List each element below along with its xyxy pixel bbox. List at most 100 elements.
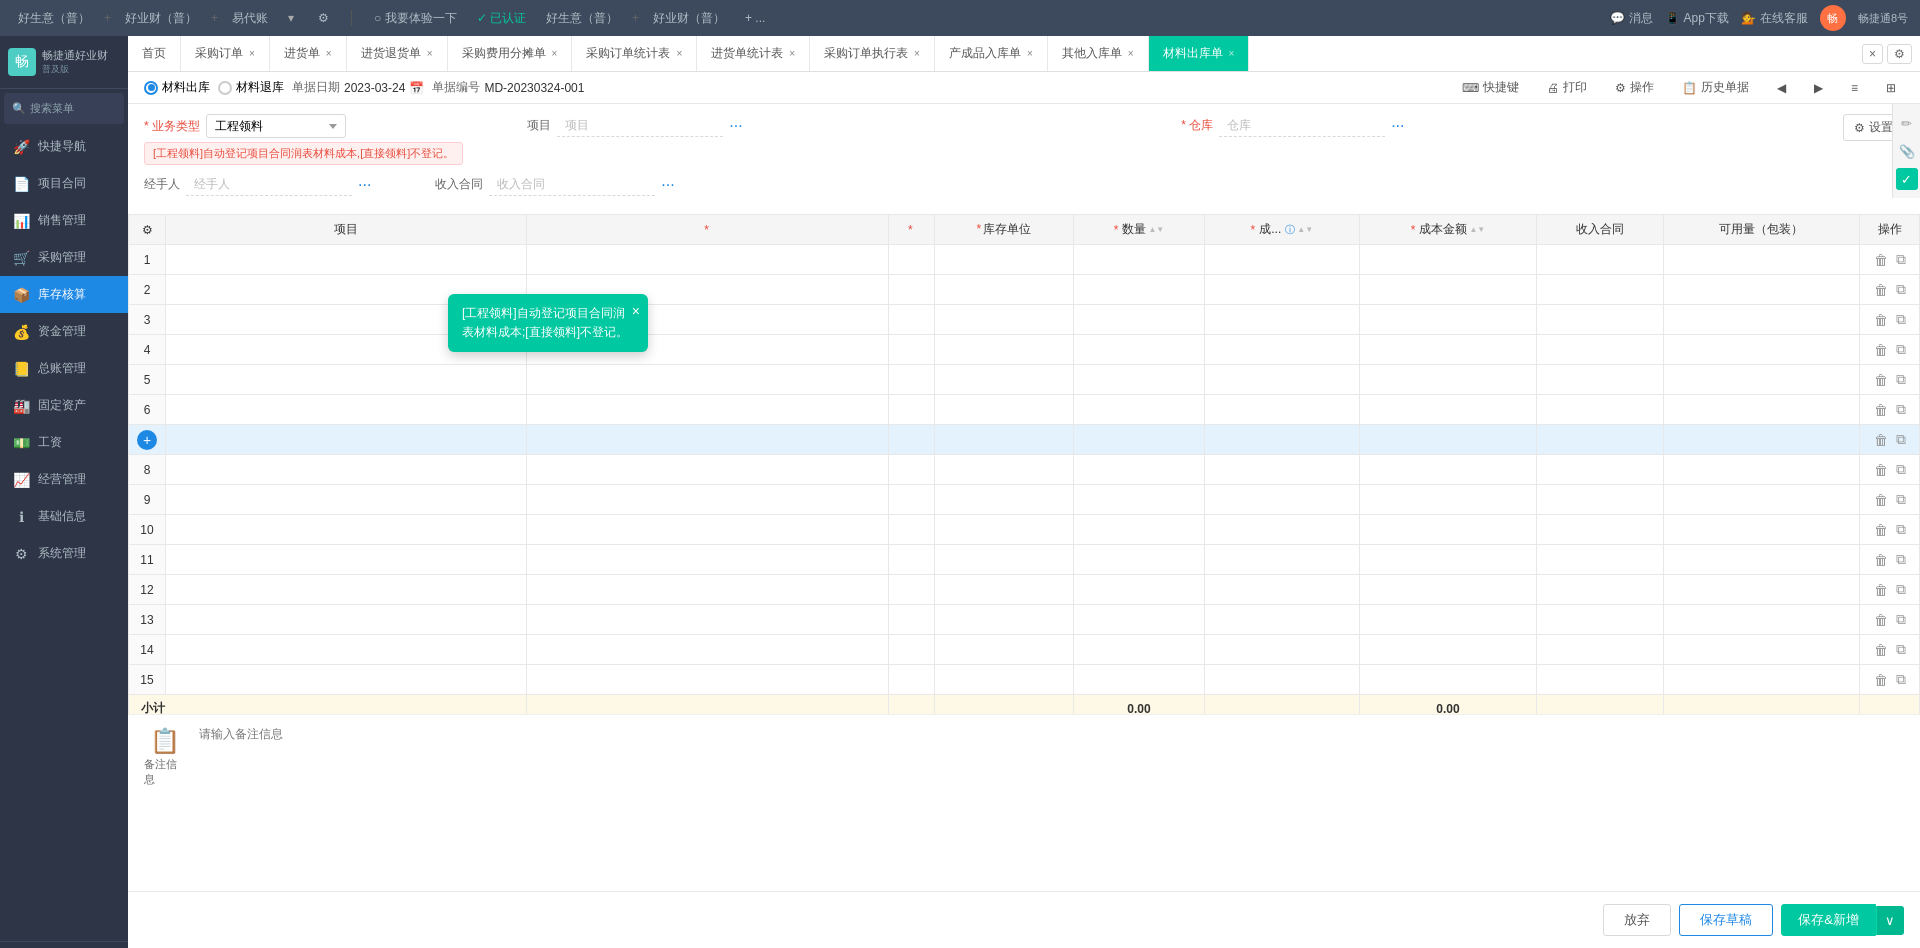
warehouse-input[interactable] [1219, 114, 1385, 137]
grid-view-btn[interactable]: ⊞ [1878, 78, 1904, 98]
message-btn[interactable]: 💬 消息 [1610, 10, 1653, 27]
tab-close-all-btn[interactable]: × [1862, 44, 1883, 64]
sidebar-item-inventory[interactable]: 📦 库存核算 [0, 276, 128, 313]
row-copy-btn[interactable]: ⧉ [1894, 279, 1908, 300]
tab-purchase-exec[interactable]: 采购订单执行表 × [810, 36, 935, 72]
row-project[interactable] [166, 245, 527, 275]
row-unit[interactable] [934, 335, 1073, 365]
row-delete-btn[interactable]: 🗑 [1872, 640, 1890, 660]
tab-close-icon[interactable]: × [676, 48, 682, 59]
history-btn[interactable]: 📋 历史单据 [1674, 76, 1757, 99]
project-input[interactable] [557, 114, 723, 137]
row-spec[interactable] [888, 305, 934, 335]
tab-product-in[interactable]: 产成品入库单 × [935, 36, 1048, 72]
add-row-col9[interactable] [1663, 425, 1859, 455]
tab-material-out[interactable]: 材料出库单 × [1149, 36, 1250, 72]
global-link-gear[interactable]: ⚙ [312, 9, 335, 27]
add-row-col4[interactable] [934, 425, 1073, 455]
discard-btn[interactable]: 放弃 [1603, 904, 1671, 936]
calendar-icon[interactable]: 📅 [409, 81, 424, 95]
row-available[interactable] [1663, 275, 1859, 305]
radio-material-out[interactable]: 材料出库 [144, 79, 210, 96]
row-delete-btn[interactable]: 🗑 [1872, 340, 1890, 360]
row-income-contract[interactable] [1537, 305, 1663, 335]
row-copy-btn[interactable]: ⧉ [1894, 579, 1908, 600]
tab-purchase-stats[interactable]: 采购订单统计表 × [572, 36, 697, 72]
warehouse-more-btn[interactable]: ··· [1391, 117, 1404, 135]
user-avatar[interactable]: 畅 [1820, 5, 1846, 31]
tab-close-icon[interactable]: × [1027, 48, 1033, 59]
shortcut-btn[interactable]: ⌨ 快捷键 [1454, 76, 1527, 99]
row-delete-btn[interactable]: 🗑 [1872, 580, 1890, 600]
row-cost-amount[interactable] [1359, 365, 1537, 395]
list-view-btn[interactable]: ≡ [1843, 78, 1866, 98]
row-income-contract[interactable] [1537, 335, 1663, 365]
sidebar-item-purchase[interactable]: 🛒 采购管理 [0, 239, 128, 276]
row-spec[interactable] [888, 275, 934, 305]
row-qty[interactable] [1073, 365, 1204, 395]
notes-input[interactable] [199, 727, 1904, 741]
tab-purchase-return[interactable]: 进货退货单 × [347, 36, 448, 72]
row-delete-btn[interactable]: 🗑 [1872, 310, 1890, 330]
row-project[interactable] [166, 395, 527, 425]
next-btn[interactable]: ▶ [1806, 78, 1831, 98]
income-contract-input[interactable] [489, 173, 655, 196]
row-unit[interactable] [934, 245, 1073, 275]
row-delete-btn[interactable]: 🗑 [1872, 460, 1890, 480]
col-settings-header[interactable]: ⚙ [129, 215, 166, 245]
row-copy-btn[interactable]: ⧉ [1894, 669, 1908, 690]
row-spec[interactable] [888, 245, 934, 275]
sidebar-item-quick-nav[interactable]: 🚀 快捷导航 [0, 128, 128, 165]
row-delete-btn[interactable]: 🗑 [1872, 520, 1890, 540]
tab-other-in[interactable]: 其他入库单 × [1048, 36, 1149, 72]
search-menu-btn[interactable]: 🔍 搜索菜单 [4, 93, 124, 124]
row-cost[interactable] [1205, 365, 1360, 395]
row-copy-btn[interactable]: ⧉ [1894, 309, 1908, 330]
global-link-good-finance[interactable]: 好业财（普） [119, 8, 203, 29]
income-contract-more-btn[interactable]: ··· [661, 176, 674, 194]
tab-close-icon[interactable]: × [789, 48, 795, 59]
global-link-good-biz[interactable]: 好生意（普） [12, 8, 96, 29]
save-new-dropdown-btn[interactable]: ∨ [1876, 906, 1904, 935]
row-unit[interactable] [934, 395, 1073, 425]
add-row-col3[interactable] [888, 425, 934, 455]
row-available[interactable] [1663, 305, 1859, 335]
add-row-col5[interactable] [1073, 425, 1204, 455]
row-available[interactable] [1663, 335, 1859, 365]
right-panel-edit-btn[interactable]: ✏ [1896, 112, 1918, 134]
row-delete-btn[interactable]: 🗑 [1872, 670, 1890, 690]
tab-settings-btn[interactable]: ⚙ [1887, 44, 1912, 64]
row-delete-btn[interactable]: 🗑 [1872, 490, 1890, 510]
project-more-btn[interactable]: ··· [729, 117, 742, 135]
sidebar-item-assets[interactable]: 🏭 固定资产 [0, 387, 128, 424]
row-delete-btn[interactable]: 🗑 [1872, 250, 1890, 270]
row-qty[interactable] [1073, 395, 1204, 425]
tab-purchase-order[interactable]: 采购订单 × [181, 36, 270, 72]
row-income-contract[interactable] [1537, 365, 1663, 395]
add-row-col7[interactable] [1359, 425, 1537, 455]
row-available[interactable] [1663, 395, 1859, 425]
tab-close-icon[interactable]: × [326, 48, 332, 59]
add-row-col6[interactable] [1205, 425, 1360, 455]
row-cost[interactable] [1205, 305, 1360, 335]
global-link-more[interactable]: + ... [739, 9, 771, 27]
sidebar-item-finance[interactable]: 💰 资金管理 [0, 313, 128, 350]
row-delete-btn[interactable]: 🗑 [1872, 400, 1890, 420]
tab-close-icon[interactable]: × [249, 48, 255, 59]
row-cost[interactable] [1205, 335, 1360, 365]
row-unit[interactable] [934, 365, 1073, 395]
tab-close-icon[interactable]: × [1229, 48, 1235, 59]
handler-input[interactable] [186, 173, 352, 196]
row-income-contract[interactable] [1537, 395, 1663, 425]
row-material[interactable] [527, 245, 888, 275]
add-row-btn[interactable]: + [137, 430, 157, 450]
print-btn[interactable]: 🖨 打印 [1539, 76, 1595, 99]
global-link-trial[interactable]: ○ 我要体验一下 [368, 8, 463, 29]
prev-btn[interactable]: ◀ [1769, 78, 1794, 98]
row-copy-btn[interactable]: ⧉ [1894, 549, 1908, 570]
row-spec[interactable] [888, 365, 934, 395]
right-panel-verify-btn[interactable]: ✓ [1896, 168, 1918, 190]
add-row-input-1[interactable] [166, 425, 527, 455]
row-qty[interactable] [1073, 245, 1204, 275]
row-copy-btn[interactable]: ⧉ [1894, 399, 1908, 420]
